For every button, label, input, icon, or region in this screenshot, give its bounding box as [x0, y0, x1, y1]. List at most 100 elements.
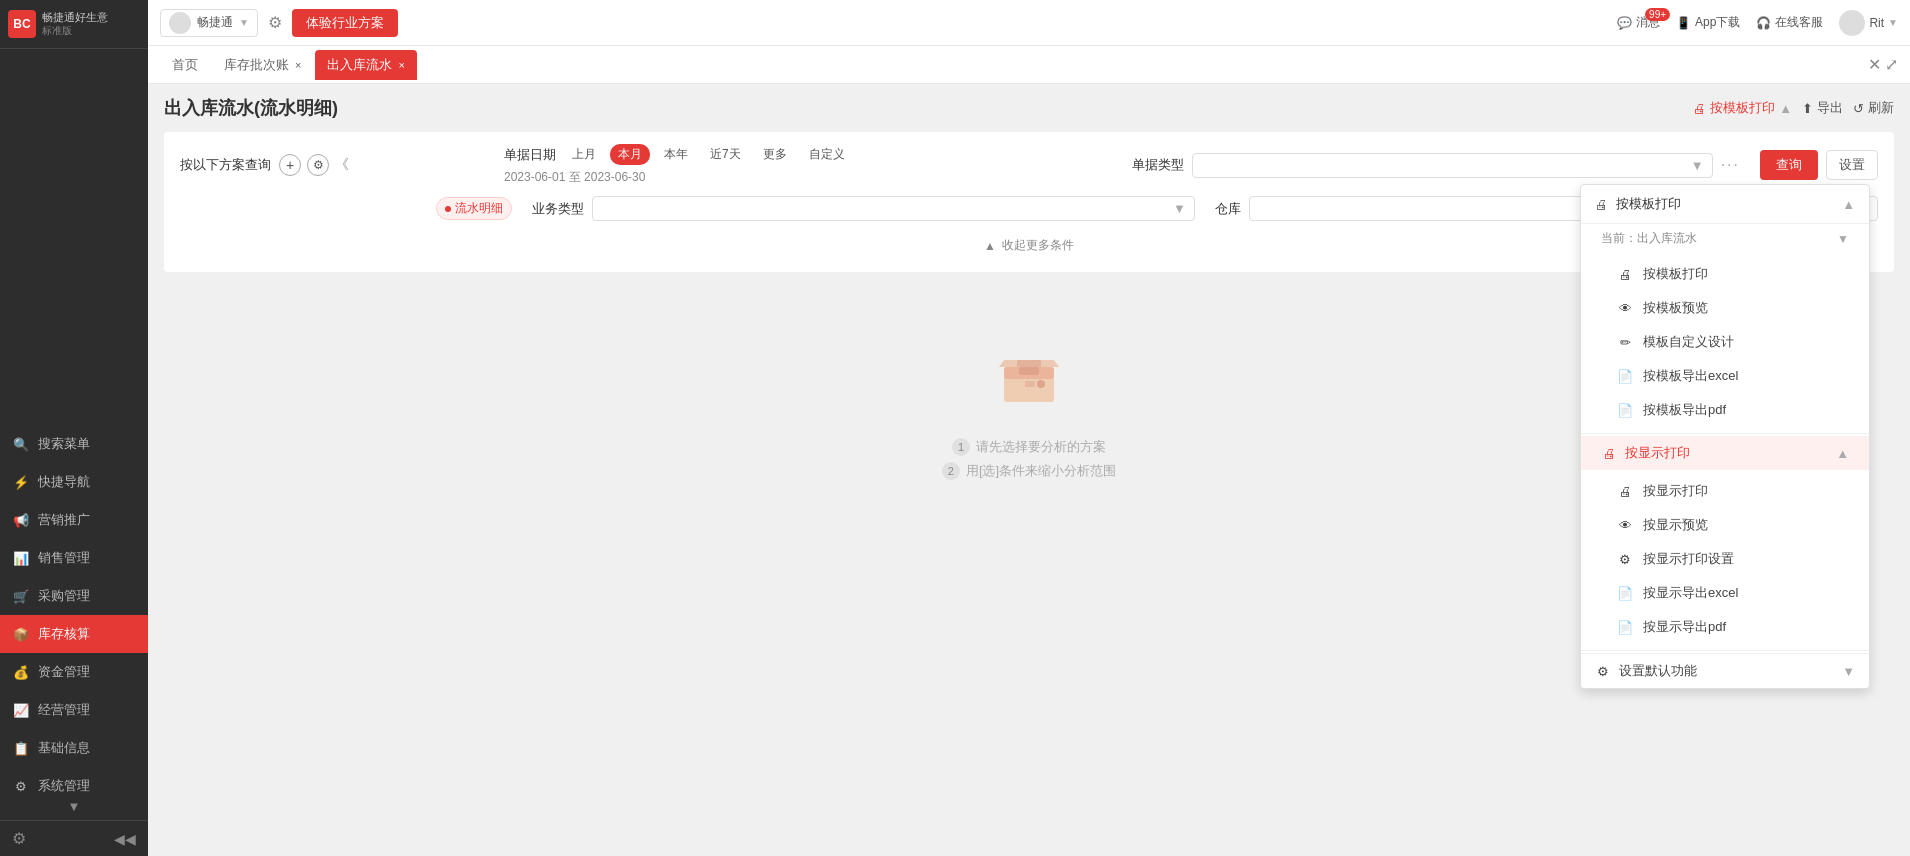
svg-rect-6 — [1025, 381, 1035, 387]
app-download-btn[interactable]: 📱 App下载 — [1676, 14, 1740, 31]
template-custom-icon: ✏ — [1617, 334, 1633, 350]
sidebar-item-system[interactable]: ⚙ 系统管理 — [0, 767, 148, 793]
doc-type-more-btn[interactable]: ··· — [1721, 156, 1740, 174]
sidebar-item-finance[interactable]: 💰 资金管理 — [0, 653, 148, 691]
template-preview-item[interactable]: 👁 按模板预览 — [1581, 291, 1869, 325]
svg-rect-4 — [1017, 360, 1041, 367]
empty-illustration — [989, 342, 1069, 422]
tab-flow-label: 出入库流水 — [327, 56, 392, 74]
filter-row-1: 按以下方案查询 + ⚙ 《 单据日期 上月 本月 — [180, 144, 1878, 186]
date-tab-current-month[interactable]: 本月 — [610, 144, 650, 165]
print-dropdown: 🖨 按模板打印 ▲ 当前：出入库流水 ▼ 🖨 按模板打印 👁 — [1580, 184, 1870, 689]
export-btn[interactable]: ⬆ 导出 — [1802, 99, 1843, 117]
display-pdf-item[interactable]: 📄 按显示导出pdf — [1581, 610, 1869, 644]
date-tab-7days[interactable]: 近7天 — [702, 144, 749, 165]
profile-dropdown-icon: ▼ — [1888, 17, 1898, 28]
message-badge: 99+ — [1645, 8, 1670, 21]
close-all-icon[interactable]: ✕ — [1868, 55, 1881, 74]
display-preview-icon: 👁 — [1617, 517, 1633, 533]
app-download-icon: 📱 — [1676, 16, 1691, 30]
sidebar-item-marketing[interactable]: 📢 营销推广 — [0, 501, 148, 539]
date-tab-last-month[interactable]: 上月 — [564, 144, 604, 165]
tab-batch-account-close[interactable]: × — [295, 59, 301, 71]
footer-arrow[interactable]: ▼ — [1842, 664, 1855, 679]
template-excel-item[interactable]: 📄 按模板导出excel — [1581, 359, 1869, 393]
set-default-icon: ⚙ — [1595, 663, 1611, 679]
display-section: 🖨 按显示打印 👁 按显示预览 ⚙ 按显示打印设置 📄 按显示导出excel — [1581, 470, 1869, 648]
refresh-btn[interactable]: ↺ 刷新 — [1853, 99, 1894, 117]
display-section-arrow[interactable]: ▲ — [1836, 446, 1849, 461]
dropdown-header-title: 按模板打印 — [1616, 195, 1681, 213]
user-avatar — [169, 12, 191, 34]
filter-settings-btn[interactable]: ⚙ — [307, 154, 329, 176]
sidebar-item-operations[interactable]: 📈 经营管理 — [0, 691, 148, 729]
filter-tag-flow[interactable]: 流水明细 — [436, 197, 512, 220]
tab-home[interactable]: 首页 — [160, 50, 210, 80]
sidebar-settings-icon[interactable]: ⚙ — [12, 829, 26, 848]
filter-add-btn[interactable]: + — [279, 154, 301, 176]
date-tab-year[interactable]: 本年 — [656, 144, 696, 165]
date-tab-more[interactable]: 更多 — [755, 144, 795, 165]
date-range: 2023-06-01 至 2023-06-30 — [504, 169, 645, 186]
dropdown-header: 🖨 按模板打印 ▲ — [1581, 185, 1869, 224]
business-type-arrow: ▼ — [1173, 201, 1186, 216]
sidebar-item-sales[interactable]: 📊 销售管理 — [0, 539, 148, 577]
query-btn[interactable]: 查询 — [1760, 150, 1818, 180]
template-print-btn[interactable]: 🖨 按模板打印 ▲ — [1693, 99, 1792, 117]
display-print-header[interactable]: 🖨 按显示打印 ▲ — [1581, 436, 1869, 470]
template-print-item[interactable]: 🖨 按模板打印 — [1581, 257, 1869, 291]
online-service-btn[interactable]: 🎧 在线客服 — [1756, 14, 1823, 31]
dropdown-collapse-icon[interactable]: ▲ — [1842, 197, 1855, 212]
tip-2-text: 用[选]条件来缩小分析范围 — [966, 462, 1116, 480]
sidebar-item-label-sales: 销售管理 — [38, 549, 90, 567]
user-profile-btn[interactable]: Rit ▼ — [1839, 10, 1898, 36]
collapse-label: 收起更多条件 — [1002, 237, 1074, 254]
svg-point-5 — [1037, 380, 1045, 388]
business-type-select[interactable]: ▼ — [592, 196, 1195, 221]
display-print-icon: 🖨 — [1617, 483, 1633, 499]
display-settings-icon: ⚙ — [1617, 551, 1633, 567]
display-settings-item[interactable]: ⚙ 按显示打印设置 — [1581, 542, 1869, 576]
topbar-right: 💬 消息 99+ 📱 App下载 🎧 在线客服 Rit ▼ — [1617, 10, 1898, 36]
tip-1-num: 1 — [952, 438, 970, 456]
tab-batch-account[interactable]: 库存批次账 × — [212, 50, 313, 80]
sidebar-item-basic[interactable]: 📋 基础信息 — [0, 729, 148, 767]
display-settings-label: 按显示打印设置 — [1643, 550, 1734, 568]
topbar-gear-icon[interactable]: ⚙ — [268, 13, 282, 32]
sidebar-item-quick-nav[interactable]: ⚡ 快捷导航 — [0, 463, 148, 501]
sidebar-nav — [0, 49, 148, 423]
doc-type-select[interactable]: ▼ — [1192, 153, 1713, 178]
tab-flow[interactable]: 出入库流水 × — [315, 50, 416, 80]
print-icon: 🖨 — [1693, 101, 1706, 116]
display-print-item[interactable]: 🖨 按显示打印 — [1581, 474, 1869, 508]
topbar-user[interactable]: 畅捷通 ▼ — [160, 9, 258, 37]
expand-icon[interactable]: ⤢ — [1885, 55, 1898, 74]
filter-tag-label: 流水明细 — [455, 200, 503, 217]
display-excel-item[interactable]: 📄 按显示导出excel — [1581, 576, 1869, 610]
sidebar-item-inventory[interactable]: 📦 库存核算 — [0, 615, 148, 653]
sidebar-item-purchase[interactable]: 🛒 采购管理 — [0, 577, 148, 615]
message-icon: 💬 — [1617, 16, 1632, 30]
export-icon: ⬆ — [1802, 101, 1813, 116]
sidebar-item-search[interactable]: 🔍 搜索菜单 — [0, 425, 148, 463]
date-tab-custom[interactable]: 自定义 — [801, 144, 853, 165]
template-excel-icon: 📄 — [1617, 368, 1633, 384]
template-custom-label: 模板自定义设计 — [1643, 333, 1734, 351]
industry-btn[interactable]: 体验行业方案 — [292, 9, 398, 37]
display-preview-item[interactable]: 👁 按显示预览 — [1581, 508, 1869, 542]
profile-avatar — [1839, 10, 1865, 36]
template-custom-item[interactable]: ✏ 模板自定义设计 — [1581, 325, 1869, 359]
tab-flow-close[interactable]: × — [398, 59, 404, 71]
topbar: 畅捷通 ▼ ⚙ 体验行业方案 💬 消息 99+ 📱 App下载 🎧 在线客服 — [148, 0, 1910, 46]
search-icon: 🔍 — [12, 435, 30, 453]
set-btn[interactable]: 设置 — [1826, 150, 1878, 180]
page-content: 出入库流水(流水明细) 🖨 按模板打印 ▲ ⬆ 导出 ↺ 刷新 — [148, 84, 1910, 856]
filter-collapse-btn[interactable]: 《 — [335, 156, 349, 174]
message-btn[interactable]: 💬 消息 99+ — [1617, 14, 1660, 31]
current-arrow[interactable]: ▼ — [1837, 232, 1849, 246]
sidebar-collapse-icon[interactable]: ◀◀ — [114, 831, 136, 847]
sidebar-scroll-down[interactable]: ▼ — [0, 793, 148, 820]
sidebar-item-label-search: 搜索菜单 — [38, 435, 90, 453]
template-pdf-item[interactable]: 📄 按模板导出pdf — [1581, 393, 1869, 427]
set-default-item[interactable]: ⚙ 设置默认功能 — [1595, 662, 1697, 680]
